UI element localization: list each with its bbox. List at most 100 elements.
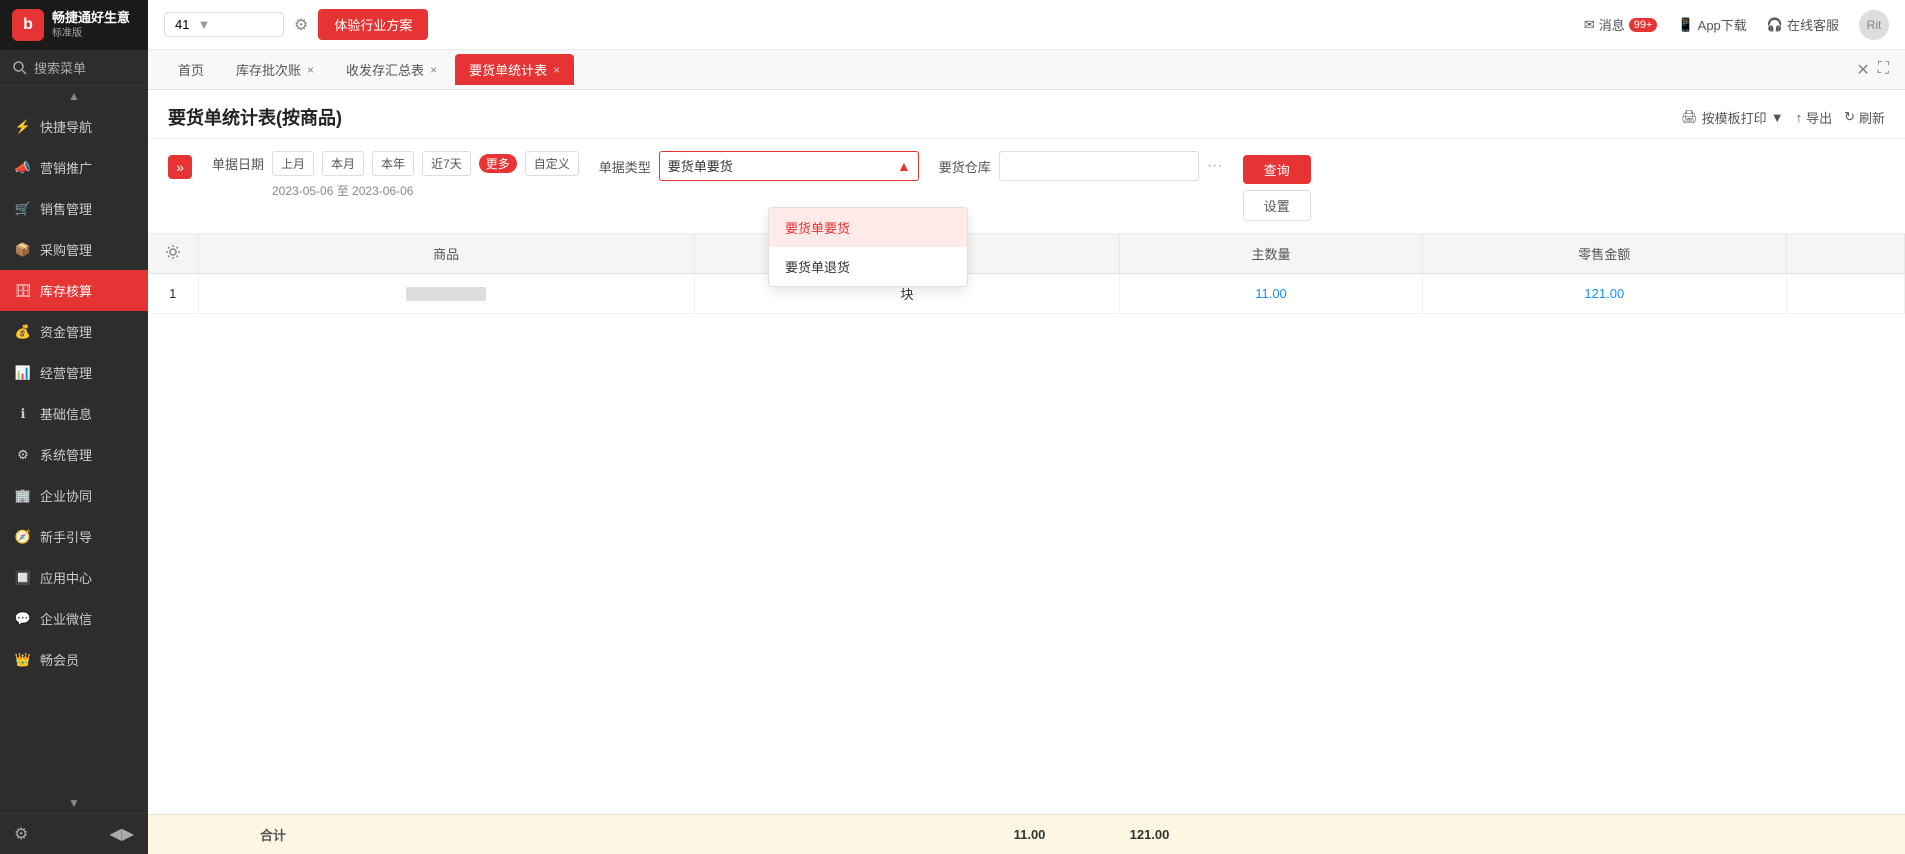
type-dropdown: 要货单要货 要货单退货: [768, 207, 968, 287]
page-actions: 🖨 按模板打印 ▼ ↑ 导出 ↻ 刷新: [1681, 108, 1885, 127]
print-button[interactable]: 🖨 按模板打印 ▼: [1681, 108, 1783, 127]
refresh-button[interactable]: ↻ 刷新: [1844, 108, 1885, 127]
type-select[interactable]: 要货单要货 要货单退货: [659, 151, 919, 181]
sidebar-item-guide[interactable]: 🧭 新手引导: [0, 516, 148, 557]
sidebar-logo: b 畅捷通好生意 标准版: [0, 0, 148, 50]
table-body: 1 块 11.00 121.00: [148, 274, 1905, 314]
sidebar-item-vip[interactable]: 👑 畅会员: [0, 639, 148, 680]
topbar-left: 41 ▼ ⚙ 体验行业方案: [164, 9, 428, 40]
sidebar-scroll-up[interactable]: ▲: [0, 86, 148, 106]
user-menu[interactable]: Rit: [1859, 10, 1889, 40]
warehouse-filter-label: 要货仓库: [939, 157, 991, 176]
lightning-icon: ⚡: [14, 118, 32, 136]
app-logo-icon: b: [12, 9, 44, 41]
phone-icon: 📱: [1677, 17, 1693, 33]
tabs-close-all-icon[interactable]: ✕: [1856, 60, 1869, 80]
date-range-row: 2023-05-06 至 2023-06-06: [212, 182, 579, 199]
sidebar-scroll-down[interactable]: ▼: [0, 793, 148, 813]
cell-extra: [1786, 274, 1904, 314]
tabs-bar: 首页 库存批次账 × 收发存汇总表 × 要货单统计表 × ✕ ⛶: [148, 50, 1905, 90]
col-product: 商品: [198, 234, 694, 274]
date-filter-label: 单据日期: [212, 154, 264, 173]
sidebar-item-finance[interactable]: 💰 资金管理: [0, 311, 148, 352]
setting-button[interactable]: 设置: [1243, 190, 1311, 221]
query-button[interactable]: 查询: [1243, 155, 1311, 184]
box-icon: 📦: [14, 241, 32, 259]
tabs-expand-icon[interactable]: ⛶: [1878, 60, 1889, 80]
message-badge: 99+: [1629, 18, 1658, 32]
sidebar-search[interactable]: 搜索菜单: [0, 50, 148, 86]
refresh-icon: ↻: [1844, 109, 1855, 125]
tab-summary-close[interactable]: ×: [430, 63, 437, 77]
cell-product: [198, 274, 694, 314]
footer-label: 合计: [160, 825, 286, 844]
app-download-button[interactable]: 📱 App下载: [1677, 15, 1746, 34]
tab-order-stats[interactable]: 要货单统计表 ×: [455, 54, 574, 85]
type-filter-label: 单据类型: [599, 157, 651, 176]
tab-batch-close[interactable]: ×: [307, 63, 314, 77]
col-settings[interactable]: [148, 234, 198, 274]
date-btn-this-month[interactable]: 本月: [322, 151, 364, 176]
settings-bottom-icon[interactable]: ⚙: [14, 824, 28, 844]
main-content: 41 ▼ ⚙ 体验行业方案 ✉ 消息 99+ 📱 App下载 🎧 在线客服: [148, 0, 1905, 854]
date-more-badge[interactable]: 更多: [479, 154, 517, 173]
sidebar-item-wechat[interactable]: 💬 企业微信: [0, 598, 148, 639]
megaphone-icon: 📣: [14, 159, 32, 177]
sidebar-item-marketing[interactable]: 📣 营销推广: [0, 147, 148, 188]
store-selector-arrow: ▼: [197, 17, 210, 32]
sidebar-item-inventory[interactable]: 🗄 库存核算: [0, 270, 148, 311]
sidebar: b 畅捷通好生意 标准版 搜索菜单 ▲ ⚡ 快捷导航 📣 营销推广 🛒 销售管理…: [0, 0, 148, 854]
tab-order-stats-close[interactable]: ×: [553, 63, 560, 77]
tabs-actions: ✕ ⛶: [1856, 60, 1889, 80]
date-btn-last-month[interactable]: 上月: [272, 151, 314, 176]
dropdown-item-return-goods[interactable]: 要货单退货: [769, 247, 967, 286]
cart-icon: 🛒: [14, 200, 32, 218]
info-icon: ℹ: [14, 405, 32, 423]
trial-button[interactable]: 体验行业方案: [318, 9, 428, 40]
table-footer: 合计 11.00 121.00: [148, 814, 1905, 854]
sidebar-item-shortcut[interactable]: ⚡ 快捷导航: [0, 106, 148, 147]
sidebar-item-purchase[interactable]: 📦 采购管理: [0, 229, 148, 270]
page-header: 要货单统计表(按商品) 🖨 按模板打印 ▼ ↑ 导出 ↻ 刷新: [148, 90, 1905, 139]
app-brand: 畅捷通好生意 标准版: [52, 10, 130, 40]
warehouse-more-icon[interactable]: ···: [1207, 157, 1223, 175]
online-service-button[interactable]: 🎧 在线客服: [1767, 15, 1839, 34]
topbar: 41 ▼ ⚙ 体验行业方案 ✉ 消息 99+ 📱 App下载 🎧 在线客服: [148, 0, 1905, 50]
sidebar-item-operation[interactable]: 📊 经营管理: [0, 352, 148, 393]
topbar-right: ✉ 消息 99+ 📱 App下载 🎧 在线客服 Rit: [1584, 10, 1889, 40]
apps-icon: 🔲: [14, 569, 32, 587]
page-title: 要货单统计表(按商品): [168, 104, 342, 130]
date-btn-this-year[interactable]: 本年: [372, 151, 414, 176]
date-filter-row: 单据日期 上月 本月 本年 近7天 更多 自定义: [212, 151, 579, 176]
table-header: 商品 主计量单位 主数量 零售金额: [148, 234, 1905, 274]
col-amount: 零售金额: [1422, 234, 1786, 274]
gear-icon: ⚙: [14, 446, 32, 464]
sidebar-item-basic[interactable]: ℹ 基础信息: [0, 393, 148, 434]
print-icon: 🖨: [1681, 109, 1698, 125]
export-button[interactable]: ↑ 导出: [1796, 108, 1833, 127]
sidebar-item-apps[interactable]: 🔲 应用中心: [0, 557, 148, 598]
chart-icon: 📊: [14, 364, 32, 382]
print-arrow-icon: ▼: [1771, 110, 1784, 125]
type-filter-group: 单据类型 要货单要货 要货单退货 ▲: [599, 151, 919, 181]
sidebar-item-sales[interactable]: 🛒 销售管理: [0, 188, 148, 229]
topbar-settings-icon[interactable]: ⚙: [294, 15, 308, 35]
guide-icon: 🧭: [14, 528, 32, 546]
message-button[interactable]: ✉ 消息 99+: [1584, 15, 1658, 34]
cell-quantity: 11.00: [1120, 274, 1423, 314]
filter-toggle-button[interactable]: »: [168, 155, 192, 179]
store-selector[interactable]: 41 ▼: [164, 12, 284, 37]
vip-icon: 👑: [14, 651, 32, 669]
filter-bar: » 单据日期 上月 本月 本年 近7天 更多 自定义 2023-05-06 至 …: [148, 139, 1905, 234]
date-btn-last-7[interactable]: 近7天: [422, 151, 471, 176]
date-btn-custom[interactable]: 自定义: [525, 151, 579, 176]
date-filter-group: 单据日期 上月 本月 本年 近7天 更多 自定义 2023-05-06 至 20…: [212, 151, 579, 199]
tab-summary[interactable]: 收发存汇总表 ×: [332, 54, 451, 85]
dropdown-item-order-goods[interactable]: 要货单要货: [769, 208, 967, 247]
sidebar-item-system[interactable]: ⚙ 系统管理: [0, 434, 148, 475]
tab-home[interactable]: 首页: [164, 54, 218, 85]
warehouse-input[interactable]: [999, 151, 1199, 181]
tab-batch[interactable]: 库存批次账 ×: [222, 54, 328, 85]
collapse-icon[interactable]: ◀▶: [109, 824, 134, 844]
sidebar-item-enterprise[interactable]: 🏢 企业协同: [0, 475, 148, 516]
